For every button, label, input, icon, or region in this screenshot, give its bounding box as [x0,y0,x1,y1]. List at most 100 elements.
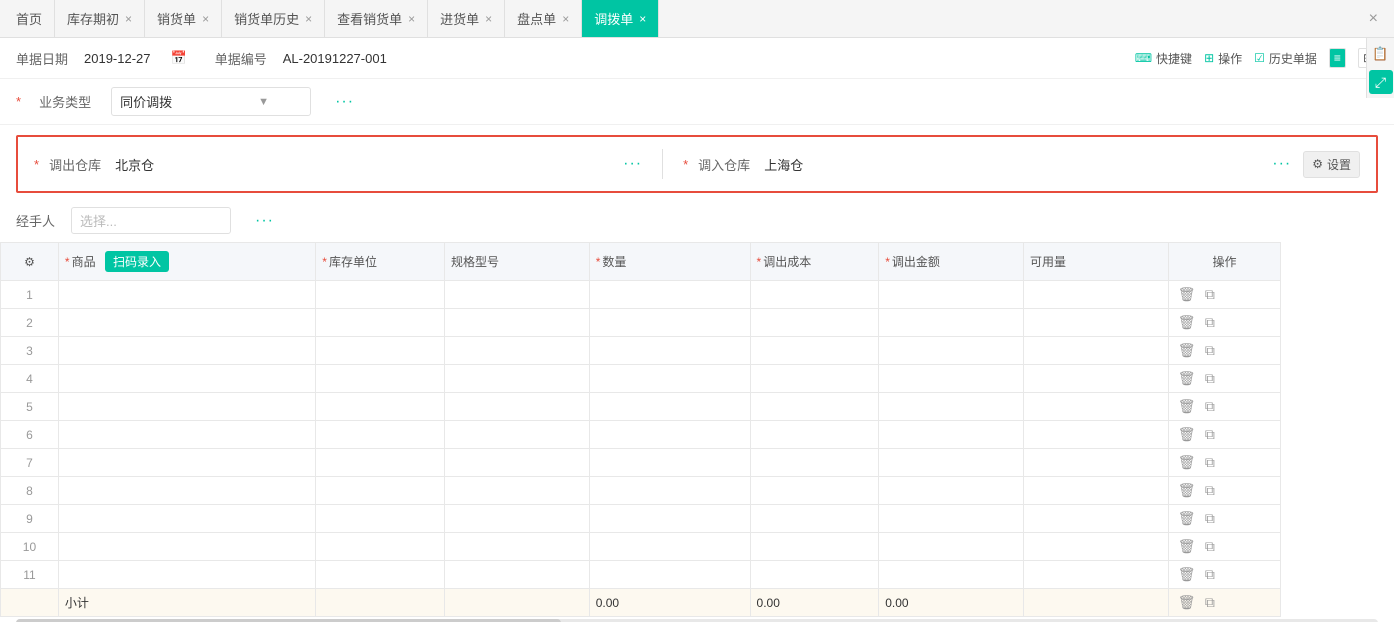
row-cost-cell[interactable] [750,421,879,449]
row-delete-icon[interactable]: 🗑 [1178,286,1196,302]
row-delete-icon[interactable]: 🗑 [1178,370,1196,386]
biz-type-more-button[interactable]: ··· [335,93,354,111]
row-delete-icon[interactable]: 🗑 [1178,482,1196,498]
scan-button[interactable]: 扫码录入 [105,251,169,272]
calendar-icon[interactable]: 📅 [171,50,187,66]
sidebar-expand-icon[interactable]: ⤢ [1369,70,1393,94]
col-cost-header: *调出成本 [750,243,879,281]
subtotal-delete-icon[interactable]: 🗑 [1178,594,1196,610]
row-cost-cell[interactable] [750,309,879,337]
tab-sales-history-close[interactable]: × [305,12,312,26]
actions-button[interactable]: ⊞ 操作 [1204,50,1242,67]
row-goods-cell[interactable] [58,505,315,533]
row-goods-cell[interactable] [58,337,315,365]
tab-inventory-check[interactable]: 盘点单 × [505,0,582,37]
row-cost-cell[interactable] [750,393,879,421]
tab-view-sales-close[interactable]: × [408,12,415,26]
row-copy-icon[interactable]: ⧉ [1205,314,1215,330]
date-value[interactable]: 2019-12-27 [84,51,151,66]
row-delete-icon[interactable]: 🗑 [1178,426,1196,442]
transfer-out-more-button[interactable]: ··· [623,155,642,173]
row-delete-icon[interactable]: 🗑 [1178,538,1196,554]
subtotal-copy-icon[interactable]: ⧉ [1205,594,1215,610]
tab-inventory-check-close[interactable]: × [562,12,569,26]
tab-home[interactable]: 首页 [4,0,55,37]
row-goods-cell[interactable] [58,533,315,561]
row-copy-icon[interactable]: ⧉ [1205,566,1215,582]
row-copy-icon[interactable]: ⧉ [1205,482,1215,498]
tab-sales-history[interactable]: 销货单历史 × [222,0,325,37]
tab-purchase[interactable]: 进货单 × [428,0,505,37]
row-qty-cell[interactable] [589,337,750,365]
tab-sales-order-close[interactable]: × [202,12,209,26]
row-copy-icon[interactable]: ⧉ [1205,426,1215,442]
row-delete-icon[interactable]: 🗑 [1178,454,1196,470]
shortcuts-button[interactable]: ⌨ 快捷键 [1135,50,1192,67]
row-qty-cell[interactable] [589,533,750,561]
row-cost-cell[interactable] [750,533,879,561]
biz-type-select[interactable]: 同价调拨 ▼ [111,87,311,116]
row-qty-cell[interactable] [589,393,750,421]
horizontal-scrollbar[interactable] [16,619,1378,622]
row-goods-cell[interactable] [58,281,315,309]
tab-sales-order[interactable]: 销货单 × [145,0,222,37]
col-gear-header[interactable]: ⚙ [1,243,59,281]
spec-col-label: 规格型号 [451,255,499,269]
row-copy-icon[interactable]: ⧉ [1205,370,1215,386]
close-all-tabs-button[interactable]: × [1357,10,1390,28]
row-cost-cell[interactable] [750,365,879,393]
agent-more-button[interactable]: ··· [255,212,274,230]
row-delete-icon[interactable]: 🗑 [1178,314,1196,330]
row-goods-cell[interactable] [58,309,315,337]
row-qty-cell[interactable] [589,477,750,505]
row-cost-cell[interactable] [750,337,879,365]
row-goods-cell[interactable] [58,449,315,477]
row-cost-cell[interactable] [750,477,879,505]
sidebar-document-icon[interactable]: 📋 [1369,42,1393,66]
history-button[interactable]: ☑ 历史单据 [1254,50,1317,67]
row-copy-icon[interactable]: ⧉ [1205,342,1215,358]
transfer-in-more-button[interactable]: ··· [1272,155,1291,173]
row-cost-cell[interactable] [750,505,879,533]
settings-button[interactable]: ⚙ 设置 [1303,151,1360,178]
tab-purchase-close[interactable]: × [485,12,492,26]
row-delete-icon[interactable]: 🗑 [1178,342,1196,358]
row-delete-icon[interactable]: 🗑 [1178,510,1196,526]
tab-inventory-init[interactable]: 库存期初 × [55,0,145,37]
row-goods-cell[interactable] [58,365,315,393]
row-goods-cell[interactable] [58,477,315,505]
row-delete-icon[interactable]: 🗑 [1178,398,1196,414]
tab-view-sales[interactable]: 查看销货单 × [325,0,428,37]
row-qty-cell[interactable] [589,281,750,309]
layout-toggle-1[interactable]: ≡ [1329,48,1346,68]
row-qty-cell[interactable] [589,561,750,589]
tab-transfer[interactable]: 调拨单 × [582,0,659,37]
row-cost-cell[interactable] [750,561,879,589]
row-copy-icon[interactable]: ⧉ [1205,398,1215,414]
row-qty-cell[interactable] [589,505,750,533]
row-cost-cell[interactable] [750,281,879,309]
row-cost-cell[interactable] [750,449,879,477]
tab-transfer-label: 调拨单 [594,9,633,28]
transfer-in-value[interactable]: 上海仓 [764,155,803,174]
row-goods-cell[interactable] [58,393,315,421]
row-copy-icon[interactable]: ⧉ [1205,510,1215,526]
row-copy-icon[interactable]: ⧉ [1205,454,1215,470]
row-goods-cell[interactable] [58,421,315,449]
row-copy-icon[interactable]: ⧉ [1205,538,1215,554]
row-qty-cell[interactable] [589,421,750,449]
tab-transfer-close[interactable]: × [639,12,646,26]
row-qty-cell[interactable] [589,449,750,477]
row-unit-cell [316,477,445,505]
agent-label: 经手人 [16,211,55,230]
tab-inventory-init-close[interactable]: × [125,12,132,26]
row-delete-icon[interactable]: 🗑 [1178,566,1196,582]
table-row: 4 🗑 ⧉ [1,365,1394,393]
unit-req-star: * [322,255,327,269]
row-qty-cell[interactable] [589,365,750,393]
transfer-out-value[interactable]: 北京仓 [115,155,154,174]
agent-select[interactable]: 选择... [71,207,231,234]
row-copy-icon[interactable]: ⧉ [1205,286,1215,302]
row-qty-cell[interactable] [589,309,750,337]
row-goods-cell[interactable] [58,561,315,589]
